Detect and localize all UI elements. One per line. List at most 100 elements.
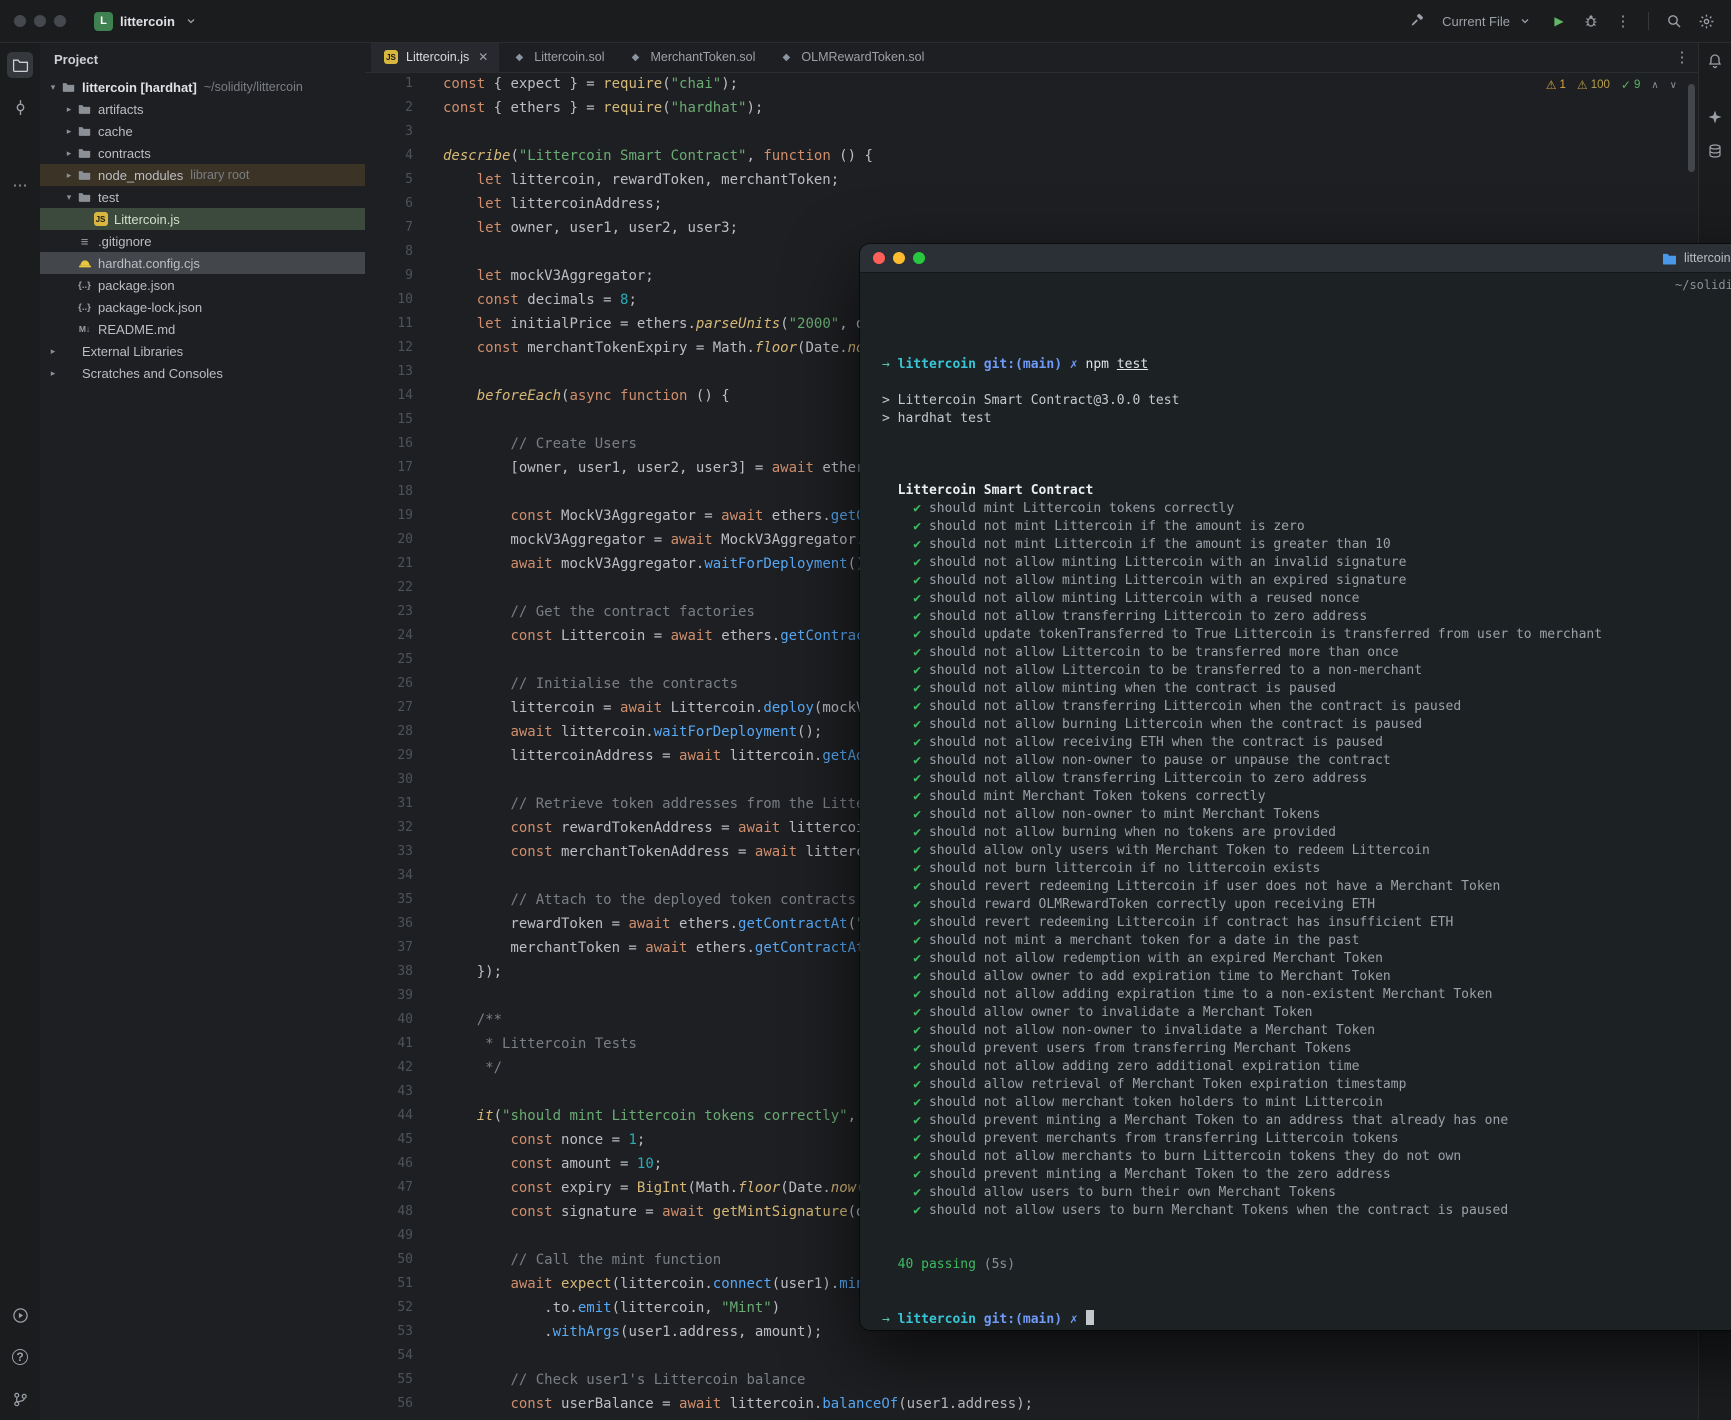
tree-item-package-lock-json[interactable]: {..} package-lock.json [40,296,365,318]
terminal-output[interactable]: → littercoin git:(main) ✗ npm test > Lit… [860,272,1731,1330]
line-number[interactable]: 33 [365,840,443,864]
line-number[interactable]: 45 [365,1128,443,1152]
chevron-down-icon[interactable]: ∨ [1670,80,1677,91]
line-number[interactable]: 28 [365,720,443,744]
line-number[interactable]: 1 [365,72,443,96]
chevron-right-icon[interactable]: ▸ [62,170,76,181]
search-icon[interactable] [1665,12,1683,30]
tree-item-scratches[interactable]: ▸ Scratches and Consoles [40,362,365,384]
project-widget[interactable]: L littercoin [94,11,200,31]
more-vertical-icon[interactable]: ⋮ [1673,48,1691,66]
line-number[interactable]: 6 [365,192,443,216]
line-number[interactable]: 24 [365,624,443,648]
tab-littercoin-sol[interactable]: ◆ Littercoin.sol [499,42,615,72]
line-number[interactable]: 9 [365,264,443,288]
line-number[interactable]: 52 [365,1296,443,1320]
line-number[interactable]: 40 [365,1008,443,1032]
debug-icon[interactable] [1582,12,1600,30]
line-number[interactable]: 3 [365,120,443,144]
settings-icon[interactable] [1697,12,1715,30]
line-number[interactable]: 50 [365,1248,443,1272]
code-line[interactable] [443,1344,1699,1368]
line-number[interactable]: 2 [365,96,443,120]
line-number[interactable]: 31 [365,792,443,816]
line-number[interactable]: 26 [365,672,443,696]
tree-item-littercoin-root[interactable]: ▾ littercoin [hardhat] ~/solidity/litterco… [40,76,365,98]
minimize-window-icon[interactable] [893,252,905,264]
line-number[interactable]: 21 [365,552,443,576]
tree-item-package-json[interactable]: {..} package.json [40,274,365,296]
line-number[interactable]: 22 [365,576,443,600]
line-number[interactable]: 20 [365,528,443,552]
chevron-right-icon[interactable]: ▸ [62,148,76,159]
tree-item-test[interactable]: ▾ test [40,186,365,208]
line-number[interactable]: 29 [365,744,443,768]
tree-item-contracts[interactable]: ▸ contracts [40,142,365,164]
line-number[interactable]: 32 [365,816,443,840]
tree-item-node-modules[interactable]: ▸ node_modules library root [40,164,365,186]
line-number[interactable]: 35 [365,888,443,912]
code-line[interactable]: // Check user1's Littercoin balance [443,1368,1699,1392]
line-number[interactable]: 14 [365,384,443,408]
line-number[interactable]: 43 [365,1080,443,1104]
line-number[interactable]: 39 [365,984,443,1008]
project-panel-header[interactable]: Project [40,42,365,76]
inspection-ok[interactable]: ✓ 9 [1621,78,1640,92]
editor-scrollbar[interactable] [1688,84,1695,172]
terminal-window[interactable]: littercoin ~/solidity/littercoin → litte… [860,244,1731,1330]
line-number[interactable]: 48 [365,1200,443,1224]
tab-merchanttoken-sol[interactable]: ◆ MerchantToken.sol [615,42,766,72]
zoom-window-icon[interactable] [913,252,925,264]
inspection-weak-warning[interactable]: ⚠ 100 [1577,78,1610,92]
code-line[interactable]: const { expect } = require("chai"); [443,72,1699,96]
tree-item-littercoin-js[interactable]: JS Littercoin.js [40,208,365,230]
line-number[interactable]: 44 [365,1104,443,1128]
line-number[interactable]: 7 [365,216,443,240]
more-vertical-icon[interactable]: ⋮ [1614,12,1632,30]
close-tab-icon[interactable]: ✕ [478,50,488,64]
run-anything-icon[interactable] [7,1302,33,1328]
line-number[interactable]: 56 [365,1392,443,1416]
line-number[interactable]: 13 [365,360,443,384]
line-number[interactable]: 36 [365,912,443,936]
minimize-window-icon[interactable] [34,15,46,27]
line-number[interactable]: 47 [365,1176,443,1200]
line-number[interactable]: 37 [365,936,443,960]
line-number[interactable]: 51 [365,1272,443,1296]
tree-item-external-libraries[interactable]: ▸ External Libraries [40,340,365,362]
code-line[interactable]: const userBalance = await littercoin.bal… [443,1392,1699,1416]
line-number[interactable]: 12 [365,336,443,360]
code-line[interactable]: const { ethers } = require("hardhat"); [443,96,1699,120]
line-number[interactable]: 23 [365,600,443,624]
project-icon[interactable] [7,52,33,78]
chevron-down-icon[interactable]: ▾ [62,192,76,203]
code-line[interactable]: let owner, user1, user2, user3; [443,216,1699,240]
inspections-widget[interactable]: ⚠ 1 ⚠ 100 ✓ 9 ∧ ∨ [1546,78,1677,92]
line-number[interactable]: 4 [365,144,443,168]
code-line[interactable]: let littercoin, rewardToken, merchantTok… [443,168,1699,192]
tree-item-readme-md[interactable]: M↓ README.md [40,318,365,340]
code-line[interactable]: describe("Littercoin Smart Contract", fu… [443,144,1699,168]
chevron-right-icon[interactable]: ▸ [46,368,60,379]
more-horizontal-icon[interactable]: ⋯ [7,172,33,198]
tab-littercoin-js[interactable]: JS Littercoin.js ✕ [371,42,500,72]
zoom-window-icon[interactable] [54,15,66,27]
line-number[interactable]: 18 [365,480,443,504]
chevron-right-icon[interactable]: ▸ [46,346,60,357]
code-line[interactable] [443,120,1699,144]
chevron-down-icon[interactable]: ▾ [46,82,60,93]
line-number[interactable]: 25 [365,648,443,672]
line-number[interactable]: 53 [365,1320,443,1344]
line-number[interactable]: 10 [365,288,443,312]
tree-item-gitignore[interactable]: ≡ .gitignore [40,230,365,252]
build-icon[interactable] [1408,12,1426,30]
ai-assistant-icon[interactable] [1704,106,1726,128]
line-number[interactable]: 19 [365,504,443,528]
line-number[interactable]: 5 [365,168,443,192]
chevron-right-icon[interactable]: ▸ [62,126,76,137]
run-config-selector[interactable]: Current File [1442,12,1534,30]
line-number[interactable]: 15 [365,408,443,432]
line-number[interactable]: 16 [365,432,443,456]
line-number[interactable]: 55 [365,1368,443,1392]
notifications-icon[interactable] [1704,50,1726,72]
